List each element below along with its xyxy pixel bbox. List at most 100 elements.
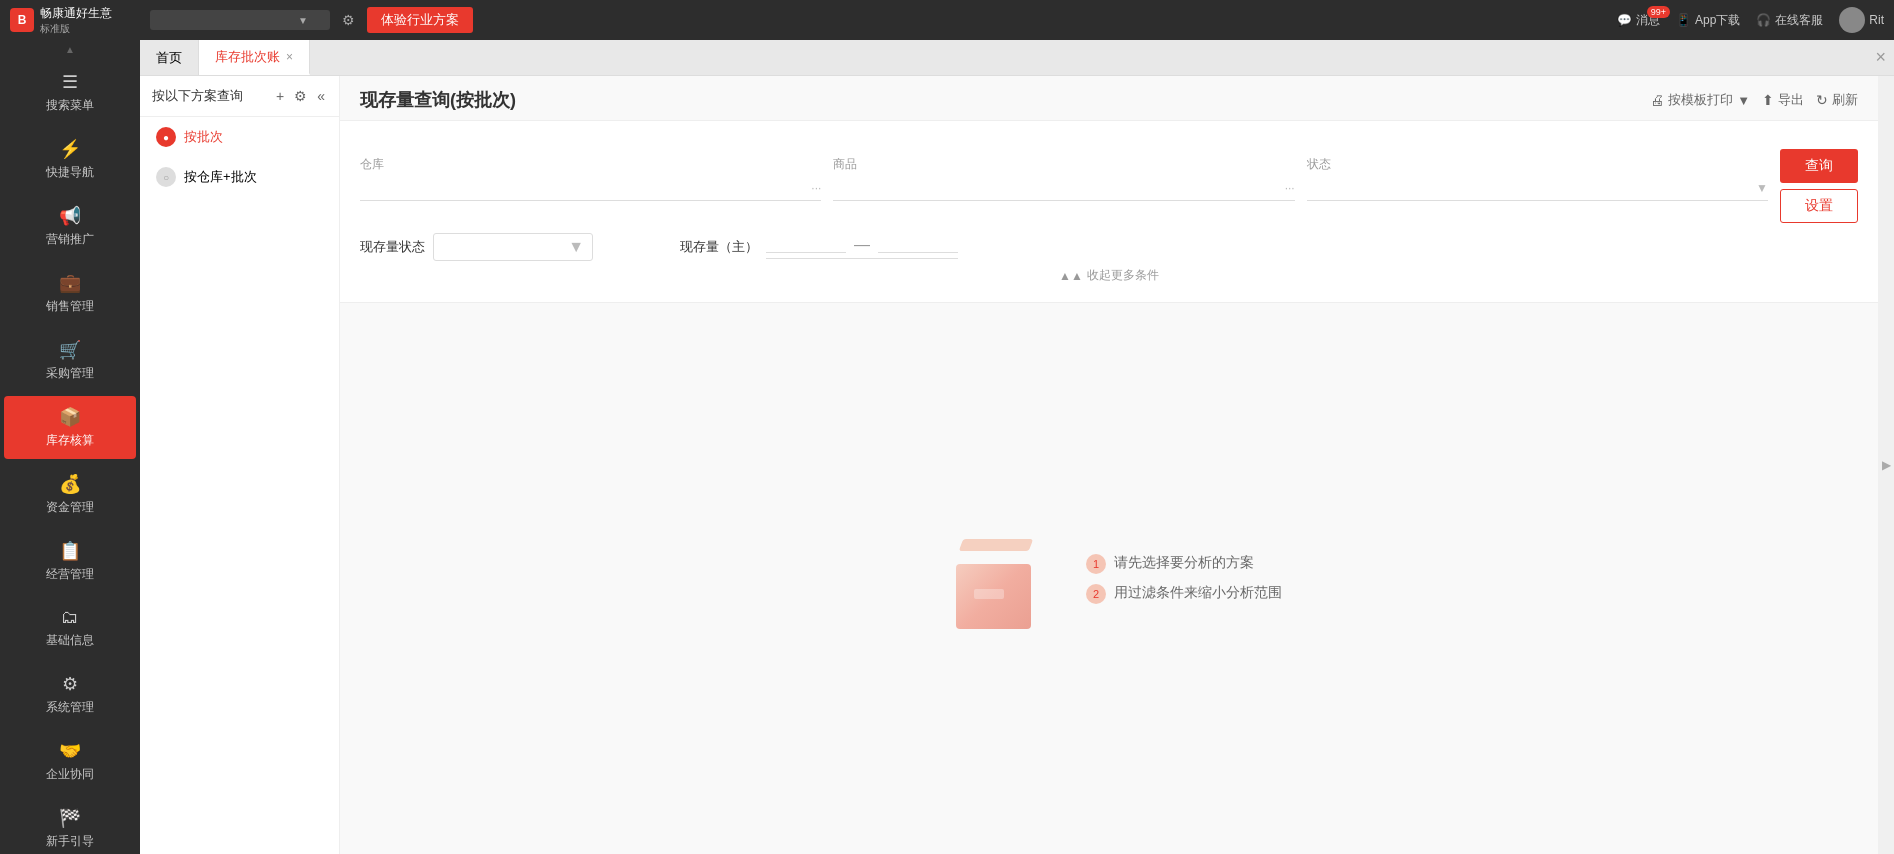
close-page-icon[interactable]: × (1875, 47, 1886, 68)
refresh-icon: ↻ (1816, 92, 1828, 108)
sidebar-item-finance[interactable]: 💰 资金管理 (4, 463, 136, 526)
warehouse-label: 仓库 (360, 156, 821, 173)
sidebar-label-guide: 新手引导 (46, 833, 94, 850)
print-icon: 🖨 (1650, 92, 1664, 108)
topbar-search-input[interactable] (158, 13, 298, 27)
scheme-by-warehouse-batch-label: 按仓库+批次 (184, 168, 257, 186)
main-layout: ▲ ☰ 搜索菜单 ⚡ 快捷导航 📢 营销推广 💼 销售管理 🛒 采购管理 📦 库… (0, 40, 1894, 854)
sidebar-item-inventory[interactable]: 📦 库存核算 (4, 396, 136, 459)
status-input[interactable] (1307, 181, 1756, 196)
sidebar-item-sales[interactable]: 💼 销售管理 (4, 262, 136, 325)
hint-num-2: 2 (1086, 584, 1106, 604)
refresh-button[interactable]: ↻ 刷新 (1816, 91, 1858, 109)
tab-inventory-batch-label: 库存批次账 (215, 48, 280, 66)
basic-icon: 🗂 (61, 607, 79, 628)
print-template-button[interactable]: 🖨 按模板打印 ▼ (1650, 91, 1750, 109)
sidebar-item-enterprise[interactable]: 🤝 企业协同 (4, 730, 136, 793)
tab-inventory-batch[interactable]: 库存批次账 × (199, 40, 310, 75)
sidebar-item-basic[interactable]: 🗂 基础信息 (4, 597, 136, 659)
finance-icon: 💰 (59, 473, 81, 495)
messages-item[interactable]: 💬 消息 99+ (1617, 12, 1660, 29)
tab-close-icon[interactable]: × (286, 50, 293, 64)
quick-nav-icon: ⚡ (59, 138, 81, 160)
stock-status-dropdown-icon: ▼ (568, 238, 584, 256)
empty-illustration (936, 519, 1056, 639)
stock-qty-label: 现存量（主） (680, 238, 758, 256)
scheme-item-by-warehouse-batch[interactable]: ○ 按仓库+批次 (140, 157, 339, 197)
sidebar-label-purchase: 采购管理 (46, 365, 94, 382)
service-icon: 🎧 (1756, 13, 1771, 27)
user-avatar-item[interactable]: Rit (1839, 7, 1884, 33)
purchase-icon: 🛒 (59, 339, 81, 361)
sidebar-item-guide[interactable]: 🏁 新手引导 (4, 797, 136, 854)
status-label: 状态 (1307, 156, 1768, 173)
right-arrow-icon: ▶ (1882, 458, 1891, 472)
tab-home-label: 首页 (156, 49, 182, 67)
marketing-icon: 📢 (59, 205, 81, 227)
right-arrow-panel[interactable]: ▶ (1878, 76, 1894, 854)
settings-filter-button[interactable]: 设置 (1780, 189, 1858, 223)
service-item[interactable]: 🎧 在线客服 (1756, 12, 1823, 29)
scheme-item-by-batch[interactable]: ● 按批次 (140, 117, 339, 157)
sidebar-item-quicknav[interactable]: ⚡ 快捷导航 (4, 128, 136, 191)
filter-row-2: 现存量状态 ▼ 现存量（主） — (360, 233, 1858, 261)
empty-box-lid (959, 539, 1033, 551)
filter-panel-header: 按以下方案查询 + ⚙ « (140, 76, 339, 117)
collapse-button[interactable]: ▲▲ 收起更多条件 (360, 261, 1858, 290)
search-button[interactable]: 查询 (1780, 149, 1858, 183)
collapse-scheme-button[interactable]: « (315, 86, 327, 106)
sidebar-label-operation: 经营管理 (46, 566, 94, 583)
stock-status-select[interactable]: ▼ (433, 233, 593, 261)
status-dropdown-icon[interactable]: ▼ (1756, 181, 1768, 195)
experience-button[interactable]: 体验行业方案 (367, 7, 473, 33)
range-dash: — (854, 236, 870, 254)
topbar-center: ▼ ⚙ 体验行业方案 (150, 7, 1617, 33)
empty-state-text: 1 请先选择要分析的方案 2 用过滤条件来缩小分析范围 (1086, 554, 1282, 604)
topbar-search-area[interactable]: ▼ (150, 10, 330, 30)
sidebar-item-marketing[interactable]: 📢 营销推广 (4, 195, 136, 258)
topbar-settings-button[interactable]: ⚙ (338, 8, 359, 32)
export-button[interactable]: ⬆ 导出 (1762, 91, 1804, 109)
scroll-up-icon[interactable]: ▲ (65, 44, 75, 55)
user-avatar (1839, 7, 1865, 33)
topbar-logo: B 畅康通好生意 标准版 (10, 5, 150, 36)
system-icon: ⚙ (62, 673, 78, 695)
sidebar-item-search[interactable]: ☰ 搜索菜单 (4, 61, 136, 124)
hint-2-text: 用过滤条件来缩小分析范围 (1114, 584, 1282, 602)
page-content: 按以下方案查询 + ⚙ « ● 按批次 ○ 按仓库+批次 (140, 76, 1894, 854)
warehouse-more-icon[interactable]: ··· (811, 181, 821, 195)
app-label: App下载 (1695, 12, 1740, 29)
sidebar-label-inventory: 库存核算 (46, 432, 94, 449)
warehouse-input-wrap: ··· (360, 177, 821, 201)
sidebar-scroll-up: ▲ (0, 40, 140, 59)
sales-icon: 💼 (59, 272, 81, 294)
product-input-wrap: ··· (833, 177, 1294, 201)
scheme-by-batch-label: 按批次 (184, 128, 223, 146)
sidebar-item-purchase[interactable]: 🛒 采购管理 (4, 329, 136, 392)
scheme-active-icon: ● (156, 127, 176, 147)
tab-home[interactable]: 首页 (140, 40, 199, 75)
stock-qty-max-input[interactable] (878, 237, 958, 253)
filter-panel-title: 按以下方案查询 (152, 87, 243, 105)
query-panel: 现存量查询(按批次) 🖨 按模板打印 ▼ ⬆ 导出 ↻ (340, 76, 1878, 854)
stock-qty-min-input[interactable] (766, 237, 846, 253)
scheme-settings-button[interactable]: ⚙ (292, 86, 309, 106)
sidebar-label-system: 系统管理 (46, 699, 94, 716)
product-more-icon[interactable]: ··· (1285, 181, 1295, 195)
app-icon: 📱 (1676, 13, 1691, 27)
filter-scheme-panel: 按以下方案查询 + ⚙ « ● 按批次 ○ 按仓库+批次 (140, 76, 340, 854)
refresh-label: 刷新 (1832, 91, 1858, 109)
sidebar-label-basic: 基础信息 (46, 632, 94, 649)
app-download-item[interactable]: 📱 App下载 (1676, 12, 1740, 29)
status-input-wrap: ▼ (1307, 177, 1768, 201)
product-input[interactable] (833, 181, 1284, 196)
sidebar-item-operation[interactable]: 📋 经营管理 (4, 530, 136, 593)
export-icon: ⬆ (1762, 92, 1774, 108)
sidebar-label-marketing: 营销推广 (46, 231, 94, 248)
product-label: 商品 (833, 156, 1294, 173)
search-dropdown-icon[interactable]: ▼ (298, 15, 308, 26)
sidebar-item-system[interactable]: ⚙ 系统管理 (4, 663, 136, 726)
warehouse-input[interactable] (360, 181, 811, 196)
add-scheme-button[interactable]: + (274, 86, 286, 106)
sidebar-label-sales: 销售管理 (46, 298, 94, 315)
